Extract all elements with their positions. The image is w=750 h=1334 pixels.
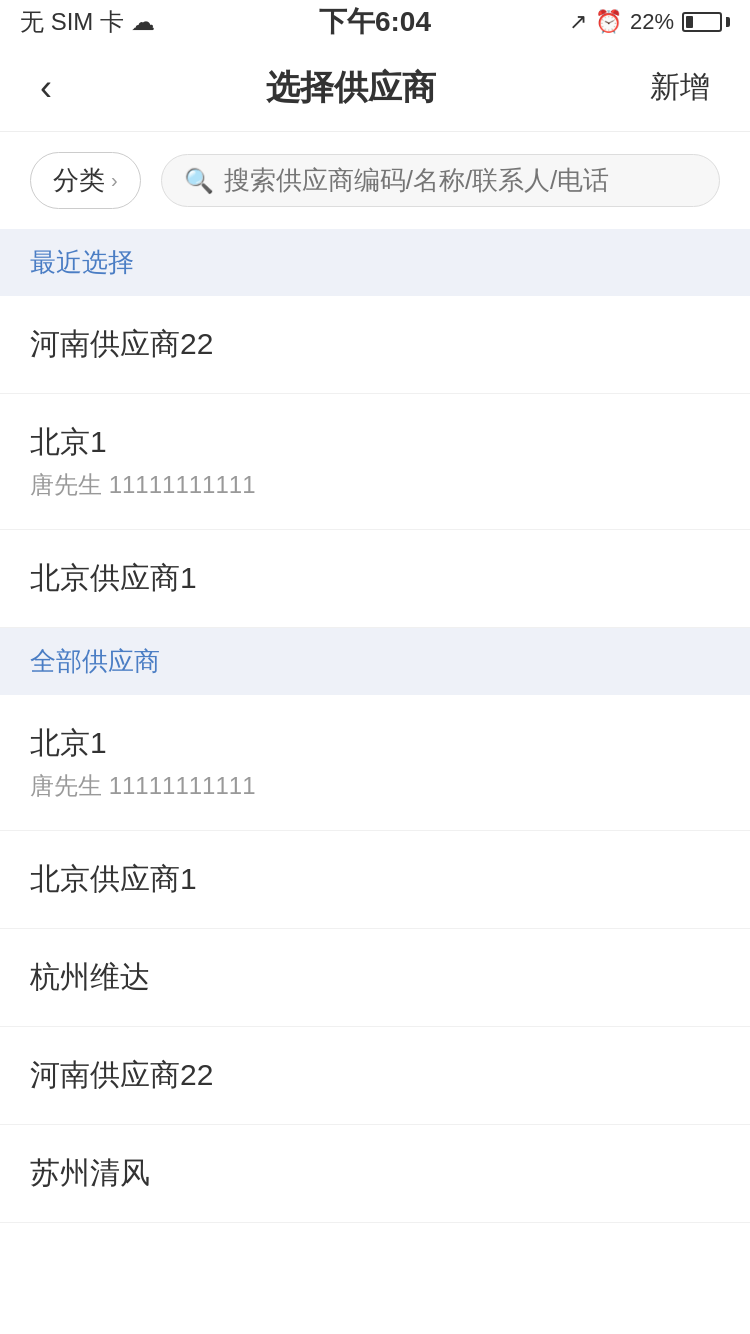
- item-name: 北京供应商1: [30, 558, 720, 599]
- search-box: 🔍: [161, 154, 720, 207]
- list-item[interactable]: 苏州清风: [0, 1125, 750, 1223]
- list-item[interactable]: 河南供应商22: [0, 296, 750, 394]
- add-button[interactable]: 新增: [640, 57, 720, 118]
- list-item[interactable]: 北京1 唐先生 11111111111: [0, 394, 750, 530]
- list-item[interactable]: 北京供应商1: [0, 831, 750, 929]
- all-list: 北京1 唐先生 11111111111 北京供应商1 杭州维达河南供应商22 苏州清风: [0, 695, 750, 1223]
- search-input[interactable]: [224, 165, 697, 196]
- list-item[interactable]: 河南供应商22: [0, 1027, 750, 1125]
- battery-percent: 22%: [630, 9, 674, 35]
- alarm-icon: ⏰: [595, 9, 622, 35]
- battery-indicator: [682, 12, 730, 32]
- status-right: ↗ ⏰ 22%: [569, 9, 730, 35]
- recent-section-label: 最近选择: [30, 247, 134, 277]
- location-icon: ↗: [569, 9, 587, 35]
- recent-section-header: 最近选择: [0, 229, 750, 296]
- page-title: 选择供应商: [266, 65, 436, 111]
- item-name: 苏州清风: [30, 1153, 720, 1194]
- filter-bar: 分类 › 🔍: [0, 132, 750, 229]
- status-left: 无 SIM 卡 ☁: [20, 6, 155, 38]
- item-name: 北京1: [30, 422, 720, 463]
- item-name: 河南供应商22: [30, 1055, 720, 1096]
- recent-list: 河南供应商22 北京1 唐先生 11111111111 北京供应商1: [0, 296, 750, 628]
- nav-bar: ‹ 选择供应商 新增: [0, 44, 750, 132]
- item-name: 河南供应商22: [30, 324, 720, 365]
- sim-status: 无 SIM 卡 ☁: [20, 6, 155, 38]
- all-section-label: 全部供应商: [30, 646, 160, 676]
- all-section-header: 全部供应商: [0, 628, 750, 695]
- back-button[interactable]: ‹: [30, 57, 62, 119]
- status-time: 下午6:04: [319, 3, 431, 41]
- status-bar: 无 SIM 卡 ☁ 下午6:04 ↗ ⏰ 22%: [0, 0, 750, 44]
- item-contact: 唐先生 11111111111: [30, 469, 720, 501]
- chevron-right-icon: ›: [111, 169, 118, 192]
- item-name: 杭州维达: [30, 957, 720, 998]
- list-item[interactable]: 杭州维达: [0, 929, 750, 1027]
- category-button[interactable]: 分类 ›: [30, 152, 141, 209]
- item-name: 北京1: [30, 723, 720, 764]
- category-label: 分类: [53, 163, 105, 198]
- list-item[interactable]: 北京供应商1: [0, 530, 750, 628]
- list-item[interactable]: 北京1 唐先生 11111111111: [0, 695, 750, 831]
- item-contact: 唐先生 11111111111: [30, 770, 720, 802]
- search-icon: 🔍: [184, 167, 214, 195]
- item-name: 北京供应商1: [30, 859, 720, 900]
